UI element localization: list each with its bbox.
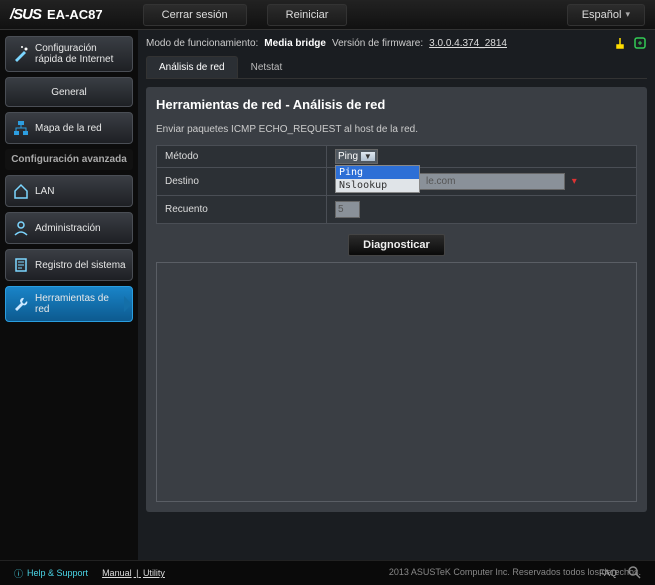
form-table: Método Ping ▼ Ping Nslookup Destino (156, 145, 637, 224)
network-icon (12, 119, 30, 137)
asus-logo: /SUS (10, 6, 41, 23)
wand-icon (12, 45, 30, 63)
method-dropdown: Ping Nslookup (335, 165, 420, 193)
tab-analysis[interactable]: Análisis de red (146, 56, 238, 78)
logout-button[interactable]: Cerrar sesión (143, 4, 247, 26)
language-select[interactable]: Español (567, 4, 645, 26)
method-label: Método (157, 146, 327, 168)
sidebar-item-nettools[interactable]: Herramientas de red (5, 286, 133, 322)
top-bar: /SUS EA-AC87 Cerrar sesión Reiniciar Esp… (0, 0, 655, 30)
method-option-nslookup[interactable]: Nslookup (336, 179, 419, 192)
mode-label: Modo de funcionamiento: (146, 38, 258, 49)
tab-netstat[interactable]: Netstat (238, 56, 296, 78)
fw-value[interactable]: 3.0.0.4.374_2814 (429, 38, 507, 49)
sidebar-item-lan[interactable]: LAN (5, 175, 133, 207)
top-buttons: Cerrar sesión Reiniciar (143, 4, 348, 26)
method-select[interactable]: Ping ▼ (335, 149, 378, 164)
tabs: Análisis de red Netstat (146, 56, 647, 79)
sidebar-section-advanced: Configuración avanzada (5, 149, 133, 170)
model-name: EA-AC87 (47, 7, 103, 22)
output-area (156, 262, 637, 502)
sidebar-item-label: Configuración rápida de Internet (35, 43, 126, 65)
sidebar-item-syslog[interactable]: Registro del sistema (5, 249, 133, 281)
reboot-button[interactable]: Reiniciar (267, 4, 348, 26)
led-icon[interactable] (613, 36, 627, 50)
sidebar-item-label: Administración (35, 223, 101, 234)
diagnose-button[interactable]: Diagnosticar (348, 234, 445, 256)
status-line: Modo de funcionamiento: Media bridge Ver… (146, 36, 647, 50)
page-desc: Enviar paquetes ICMP ECHO_REQUEST al hos… (156, 124, 637, 135)
wrench-icon (12, 295, 30, 313)
sidebar-item-label: Registro del sistema (35, 260, 126, 271)
page-title: Herramientas de red - Análisis de red (156, 97, 637, 112)
status-icon[interactable] (633, 36, 647, 50)
count-label: Recuento (157, 196, 327, 224)
log-icon (12, 256, 30, 274)
sidebar-item-qis[interactable]: Configuración rápida de Internet (5, 36, 133, 72)
sidebar-item-label: Herramientas de red (35, 293, 126, 315)
method-option-ping[interactable]: Ping (336, 166, 419, 179)
copyright: 2013 ASUSTeK Computer Inc. Reservados to… (0, 543, 641, 577)
sidebar-item-label: Mapa de la red (35, 123, 102, 134)
brand: /SUS EA-AC87 (10, 6, 103, 23)
language-label: Español (582, 9, 622, 21)
sidebar-item-label: LAN (35, 186, 54, 197)
mode-value[interactable]: Media bridge (264, 38, 326, 49)
sidebar-item-networkmap[interactable]: Mapa de la red (5, 112, 133, 144)
content-panel: Herramientas de red - Análisis de red En… (146, 87, 647, 512)
sidebar: Configuración rápida de Internet General… (0, 30, 138, 560)
sidebar-item-admin[interactable]: Administración (5, 212, 133, 244)
dropdown-arrow-icon: ▼ (361, 152, 375, 161)
fw-label: Versión de firmware: (332, 38, 423, 49)
admin-icon (12, 219, 30, 237)
dest-label: Destino (157, 168, 327, 196)
sidebar-item-label: General (51, 87, 87, 98)
main-content: Modo de funcionamiento: Media bridge Ver… (138, 30, 655, 560)
count-input[interactable] (335, 201, 360, 218)
dest-dropdown-icon[interactable]: ▾ (572, 176, 577, 187)
house-icon (12, 182, 30, 200)
method-select-value: Ping (338, 151, 358, 162)
sidebar-item-general[interactable]: General (5, 77, 133, 107)
